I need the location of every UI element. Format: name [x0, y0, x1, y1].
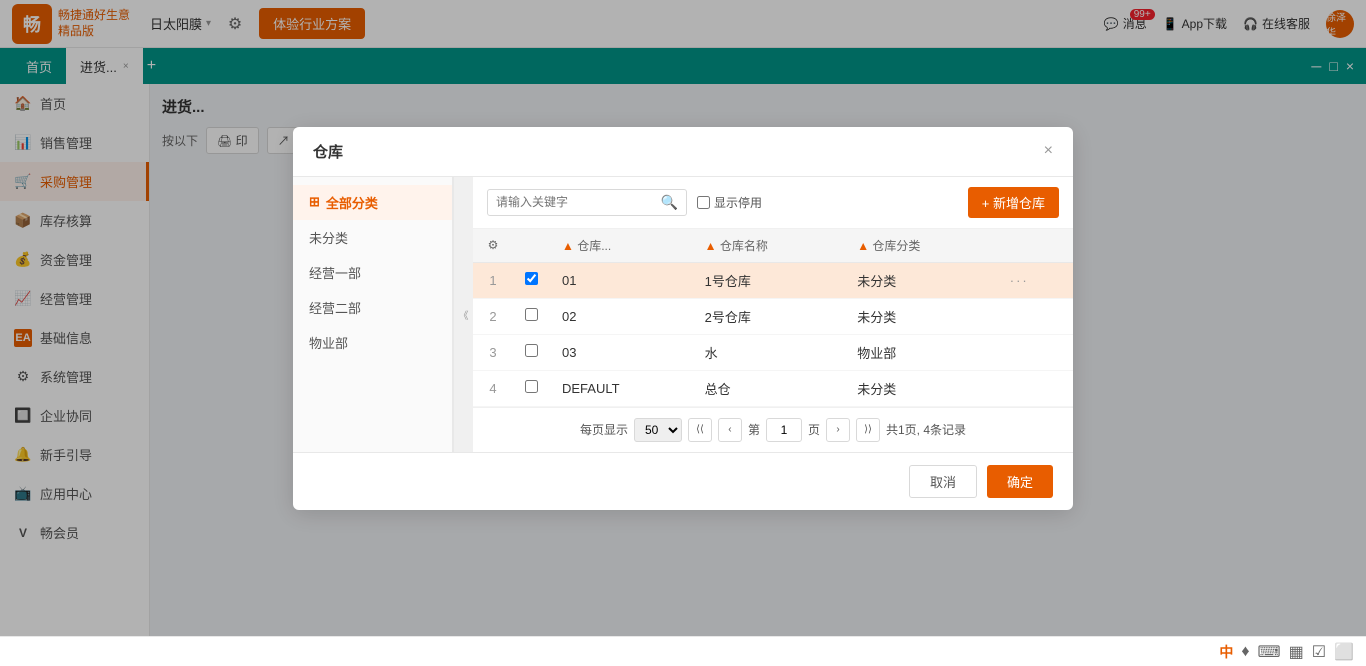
bottom-icon-grid[interactable]: ▦ [1289, 642, 1304, 662]
modal-toolbar: 🔍 显示停用 + 新增仓库 [473, 177, 1073, 229]
modal-overlay: 仓库 × ⊞ 全部分类 未分类 经营一部 经营二部 [0, 0, 1366, 636]
modal-main: 🔍 显示停用 + 新增仓库 ⚙ [473, 177, 1073, 452]
row-num: 2 [473, 298, 513, 334]
bottom-bar: 中 ♦ ⌨ ▦ ☑ ⬜ [0, 636, 1366, 666]
col-name: ▲ 仓库名称 [693, 229, 846, 263]
row-code: 02 [550, 298, 693, 334]
grid-icon: ⊞ [309, 194, 320, 210]
row-checkbox[interactable] [525, 308, 538, 321]
row-name: 1号仓库 [693, 262, 846, 298]
last-page-button[interactable]: ⟩⟩ [856, 418, 880, 442]
search-box: 🔍 [487, 189, 687, 216]
row-checkbox-cell[interactable] [513, 298, 550, 334]
row-code: 03 [550, 334, 693, 370]
modal-footer: 取消 确定 [293, 452, 1073, 510]
modal-header: 仓库 × [293, 127, 1073, 177]
sidebar-collapse-button[interactable]: 《 [453, 177, 473, 452]
row-category: 未分类 [845, 298, 998, 334]
modal-sidebar-dept1[interactable]: 经营一部 [293, 255, 452, 290]
show-disabled-label[interactable]: 显示停用 [697, 194, 762, 211]
search-icon: 🔍 [661, 194, 678, 211]
col-settings: ⚙ [473, 229, 513, 263]
bottom-icon-chinese[interactable]: 中 [1219, 642, 1233, 662]
row-actions [998, 298, 1073, 334]
modal-title: 仓库 [313, 141, 343, 162]
modal-body: ⊞ 全部分类 未分类 经营一部 经营二部 物业部 《 [293, 177, 1073, 452]
confirm-button[interactable]: 确定 [987, 465, 1053, 498]
modal-sidebar-property[interactable]: 物业部 [293, 325, 452, 360]
show-disabled-checkbox[interactable] [697, 196, 710, 209]
row-checkbox-cell[interactable] [513, 334, 550, 370]
warehouse-modal: 仓库 × ⊞ 全部分类 未分类 经营一部 经营二部 [293, 127, 1073, 510]
row-category: 未分类 [845, 262, 998, 298]
first-page-button[interactable]: ⟨⟨ [688, 418, 712, 442]
page-number-input[interactable] [766, 418, 802, 442]
table-row[interactable]: 4 DEFAULT 总仓 未分类 [473, 370, 1073, 406]
table-header-row: ⚙ ▲ 仓库... ▲ 仓库名称 ▲ 仓库分类 [473, 229, 1073, 263]
search-input[interactable] [496, 195, 661, 209]
col-checkbox [513, 229, 550, 263]
modal-sidebar-all[interactable]: ⊞ 全部分类 [293, 185, 452, 220]
row-name: 总仓 [693, 370, 846, 406]
table-row[interactable]: 1 01 1号仓库 未分类 ··· [473, 262, 1073, 298]
row-checkbox[interactable] [525, 272, 538, 285]
row-checkbox-cell[interactable] [513, 262, 550, 298]
bottom-icon-keyboard[interactable]: ⌨ [1258, 642, 1281, 662]
modal-close-icon[interactable]: × [1044, 142, 1053, 160]
bottom-icon-diamond[interactable]: ♦ [1241, 643, 1249, 661]
warehouse-table: ⚙ ▲ 仓库... ▲ 仓库名称 ▲ 仓库分类 [473, 229, 1073, 407]
row-category: 物业部 [845, 334, 998, 370]
row-actions [998, 334, 1073, 370]
col-code: ▲ 仓库... [550, 229, 693, 263]
row-checkbox[interactable] [525, 344, 538, 357]
page-label: 第 [748, 421, 760, 438]
modal-category-sidebar: ⊞ 全部分类 未分类 经营一部 经营二部 物业部 [293, 177, 453, 452]
prev-page-button[interactable]: ‹ [718, 418, 742, 442]
row-checkbox-cell[interactable] [513, 370, 550, 406]
row-code: DEFAULT [550, 370, 693, 406]
pagination: 每页显示 50 ⟨⟨ ‹ 第 页 › ⟩⟩ 共1页, 4条记录 [473, 407, 1073, 452]
table-row[interactable]: 2 02 2号仓库 未分类 [473, 298, 1073, 334]
add-warehouse-button[interactable]: + 新增仓库 [968, 187, 1059, 218]
row-num: 1 [473, 262, 513, 298]
row-actions [998, 370, 1073, 406]
row-name: 水 [693, 334, 846, 370]
bottom-icon-checkbox[interactable]: ☑ [1312, 642, 1326, 662]
cancel-button[interactable]: 取消 [909, 465, 977, 498]
row-num: 4 [473, 370, 513, 406]
row-actions: ··· [998, 262, 1073, 298]
row-code: 01 [550, 262, 693, 298]
per-page-select[interactable]: 50 [634, 418, 682, 442]
next-page-button[interactable]: › [826, 418, 850, 442]
modal-sidebar-uncategorized[interactable]: 未分类 [293, 220, 452, 255]
row-num: 3 [473, 334, 513, 370]
row-name: 2号仓库 [693, 298, 846, 334]
bottom-icon-square[interactable]: ⬜ [1334, 642, 1354, 662]
col-actions [998, 229, 1073, 263]
row-checkbox[interactable] [525, 380, 538, 393]
row-category: 未分类 [845, 370, 998, 406]
modal-sidebar-dept2[interactable]: 经营二部 [293, 290, 452, 325]
table-row[interactable]: 3 03 水 物业部 [473, 334, 1073, 370]
col-category: ▲ 仓库分类 [845, 229, 998, 263]
